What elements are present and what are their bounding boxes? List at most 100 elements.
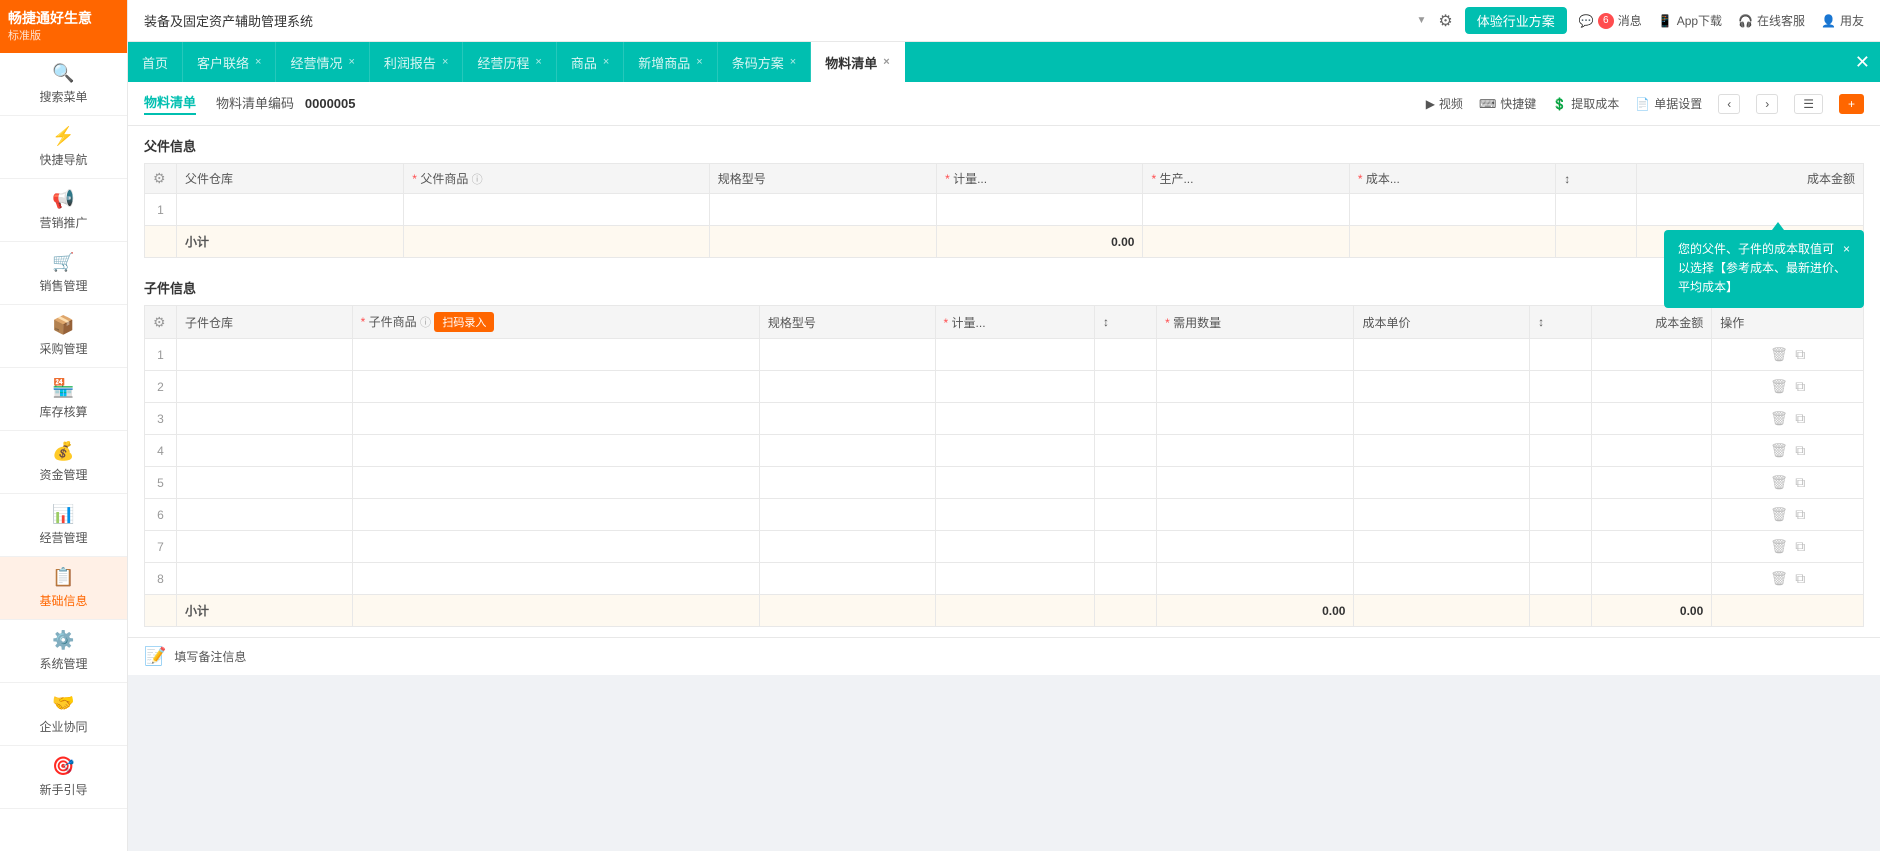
child-warehouse-cell[interactable] — [177, 531, 353, 563]
child-spec-cell[interactable] — [759, 499, 935, 531]
child-cost-unit-cell[interactable] — [1354, 467, 1530, 499]
child-goods-cell[interactable] — [352, 499, 759, 531]
child-goods-cell[interactable] — [352, 531, 759, 563]
sidebar-item-finance[interactable]: 💰资金管理 — [0, 431, 127, 494]
child-cost-amount-cell[interactable] — [1592, 467, 1712, 499]
child-qty-cell[interactable] — [1157, 531, 1354, 563]
child-spec-cell[interactable] — [759, 339, 935, 371]
gear-icon[interactable]: ⚙ — [1438, 11, 1452, 31]
child-qty-cell[interactable] — [1157, 435, 1354, 467]
copy-icon[interactable]: ⧉ — [1795, 378, 1805, 394]
child-cost-unit-cell[interactable] — [1354, 499, 1530, 531]
parent-amount-cell[interactable] — [1636, 194, 1863, 226]
child-cost-unit-cell[interactable] — [1354, 435, 1530, 467]
copy-icon[interactable]: ⧉ — [1795, 506, 1805, 522]
nav-tab-经营历程[interactable]: 经营历程 × — [463, 42, 556, 82]
sidebar-item-operations[interactable]: 📊经营管理 — [0, 494, 127, 557]
sidebar-item-inventory[interactable]: 🏪库存核算 — [0, 368, 127, 431]
view-action[interactable]: ▶ 视频 — [1426, 95, 1463, 112]
child-spec-cell[interactable] — [759, 371, 935, 403]
child-spec-cell[interactable] — [759, 531, 935, 563]
online-service-action[interactable]: 🎧 在线客服 — [1738, 12, 1805, 29]
child-cost-unit-cell[interactable] — [1354, 339, 1530, 371]
tab-close-icon[interactable]: × — [255, 56, 261, 68]
delete-icon[interactable]: 🗑 — [1770, 410, 1788, 426]
tab-close-icon[interactable]: × — [348, 56, 354, 68]
tab-close-icon[interactable]: × — [883, 56, 889, 68]
parent-produce-cell[interactable] — [1143, 194, 1349, 226]
delete-icon[interactable]: 🗑 — [1770, 570, 1788, 586]
sub-tab-bomlist[interactable]: 物料清单 — [144, 92, 196, 115]
copy-icon[interactable]: ⧉ — [1795, 538, 1805, 554]
child-warehouse-cell[interactable] — [177, 435, 353, 467]
sidebar-item-guide[interactable]: 🎯新手引导 — [0, 746, 127, 809]
child-qty-cell[interactable] — [1157, 563, 1354, 595]
tab-close-icon[interactable]: × — [790, 56, 796, 68]
sidebar-item-enterprise[interactable]: 🤝企业协同 — [0, 683, 127, 746]
child-goods-cell[interactable] — [352, 563, 759, 595]
child-cost-unit-cell[interactable] — [1354, 371, 1530, 403]
child-qty-cell[interactable] — [1157, 499, 1354, 531]
child-goods-cell[interactable] — [352, 371, 759, 403]
user-action[interactable]: 👤 用友 — [1821, 12, 1864, 29]
child-settings-icon[interactable]: ⚙ — [153, 314, 166, 330]
child-cost-amount-cell[interactable] — [1592, 499, 1712, 531]
child-unit-cell[interactable] — [935, 339, 1094, 371]
child-unit-cell[interactable] — [935, 499, 1094, 531]
delete-icon[interactable]: 🗑 — [1770, 378, 1788, 394]
child-cost-unit-cell[interactable] — [1354, 403, 1530, 435]
child-warehouse-cell[interactable] — [177, 339, 353, 371]
nav-tab-经营情况[interactable]: 经营情况 × — [276, 42, 369, 82]
nav-tab-首页[interactable]: 首页 — [128, 42, 183, 82]
shortcut-action[interactable]: ⌨ 快捷键 — [1479, 95, 1536, 112]
scan-input-btn[interactable]: 扫码录入 — [434, 312, 494, 332]
copy-icon[interactable]: ⧉ — [1795, 442, 1805, 458]
tab-close-icon[interactable]: × — [535, 56, 541, 68]
child-goods-cell[interactable] — [352, 435, 759, 467]
tab-close-icon[interactable]: × — [696, 56, 702, 68]
child-warehouse-cell[interactable] — [177, 371, 353, 403]
child-cost-amount-cell[interactable] — [1592, 435, 1712, 467]
child-unit-cell[interactable] — [935, 531, 1094, 563]
message-action[interactable]: 💬 6 消息 — [1579, 12, 1642, 29]
child-unit-cell[interactable] — [935, 371, 1094, 403]
copy-icon[interactable]: ⧉ — [1795, 570, 1805, 586]
delete-icon[interactable]: 🗑 — [1770, 506, 1788, 522]
child-warehouse-cell[interactable] — [177, 499, 353, 531]
sidebar-item-purchase[interactable]: 📦采购管理 — [0, 305, 127, 368]
sidebar-item-system[interactable]: ⚙️系统管理 — [0, 620, 127, 683]
child-cost-amount-cell[interactable] — [1592, 339, 1712, 371]
nav-tab-商品[interactable]: 商品 × — [557, 42, 624, 82]
close-all-tabs-icon[interactable]: ✕ — [1845, 42, 1880, 82]
sidebar-item-quicknav[interactable]: ⚡快捷导航 — [0, 116, 127, 179]
child-qty-cell[interactable] — [1157, 467, 1354, 499]
child-warehouse-cell[interactable] — [177, 403, 353, 435]
nav-list-btn[interactable]: ☰ — [1794, 94, 1823, 114]
child-warehouse-cell[interactable] — [177, 467, 353, 499]
extract-cost-action[interactable]: 💲 提取成本 — [1552, 95, 1619, 112]
child-cost-amount-cell[interactable] — [1592, 371, 1712, 403]
parent-goods-cell[interactable] — [404, 194, 709, 226]
sidebar-item-basicinfo[interactable]: 📋基础信息 — [0, 557, 127, 620]
child-goods-cell[interactable] — [352, 467, 759, 499]
child-cost-unit-cell[interactable] — [1354, 531, 1530, 563]
tooltip-close-btn[interactable]: × — [1843, 240, 1850, 259]
nav-next-btn[interactable]: › — [1756, 94, 1778, 114]
delete-icon[interactable]: 🗑 — [1770, 346, 1788, 362]
sidebar-item-search[interactable]: 🔍搜索菜单 — [0, 53, 127, 116]
child-unit-cell[interactable] — [935, 563, 1094, 595]
nav-tab-新增商品[interactable]: 新增商品 × — [624, 42, 717, 82]
parent-warehouse-cell[interactable] — [177, 194, 404, 226]
delete-icon[interactable]: 🗑 — [1770, 442, 1788, 458]
tab-close-icon[interactable]: × — [603, 56, 609, 68]
child-unit-cell[interactable] — [935, 435, 1094, 467]
nav-tab-利润报告[interactable]: 利润报告 × — [370, 42, 463, 82]
child-goods-cell[interactable] — [352, 403, 759, 435]
child-cost-unit-cell[interactable] — [1354, 563, 1530, 595]
child-unit-cell[interactable] — [935, 467, 1094, 499]
parent-settings-icon[interactable]: ⚙ — [153, 170, 166, 186]
child-qty-cell[interactable] — [1157, 403, 1354, 435]
nav-tab-客户联络[interactable]: 客户联络 × — [183, 42, 276, 82]
child-goods-cell[interactable] — [352, 339, 759, 371]
system-dropdown-arrow[interactable]: ▼ — [1417, 15, 1427, 26]
